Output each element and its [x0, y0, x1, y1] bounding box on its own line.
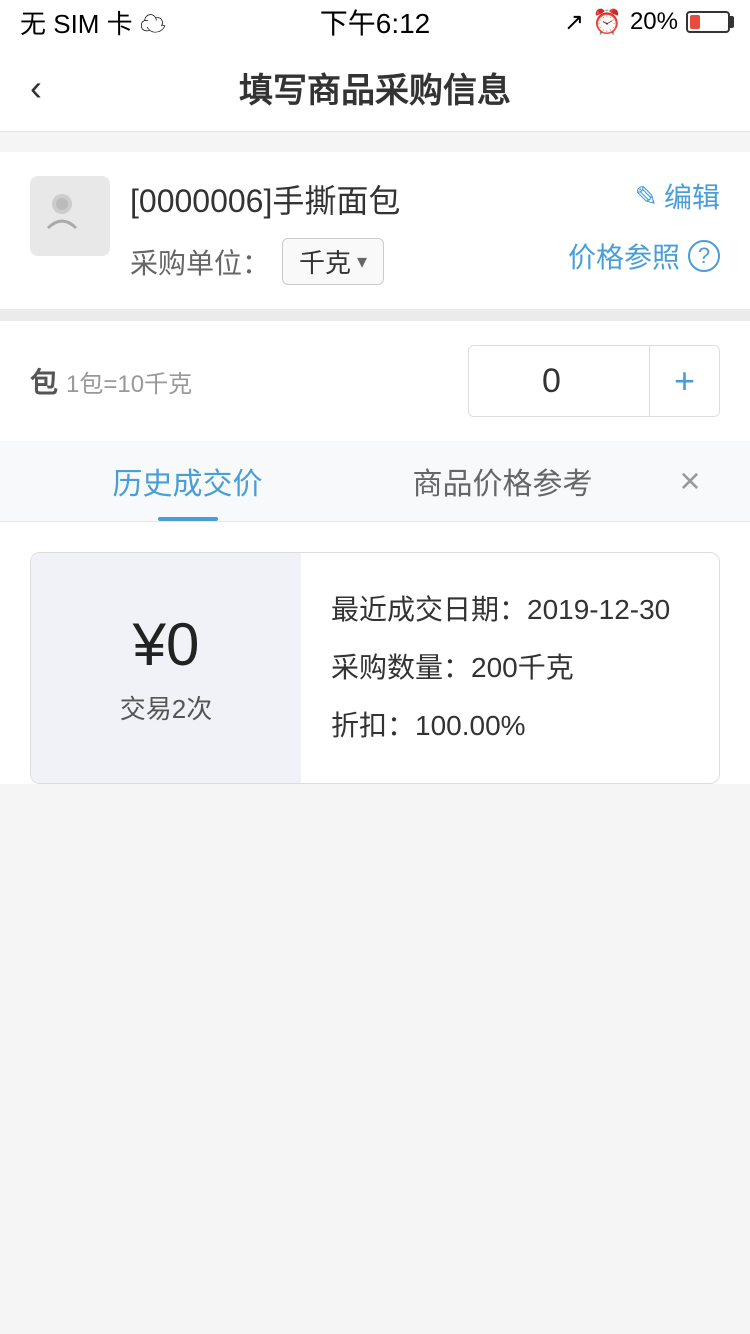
unit-dropdown[interactable]: 千克 ▾ [282, 238, 384, 285]
price-value: ¥0 [133, 610, 200, 679]
battery-percent: 20% [630, 8, 678, 36]
signal-text: 无 SIM 卡 ☁ [20, 4, 166, 41]
alarm-icon: ⏰ [592, 8, 622, 37]
unit-conversion: 1包=10千克 [66, 364, 192, 399]
dropdown-arrow-icon: ▾ [357, 249, 367, 274]
quantity-plus-button[interactable]: + [649, 346, 719, 416]
quantity-row: 包 1包=10千克 + [0, 321, 750, 441]
product-right: ✎ 编辑 价格参照 ? [568, 176, 720, 276]
tab-price-reference[interactable]: 商品价格参考 [345, 441, 660, 521]
unit-label: 采购单位： [130, 242, 270, 282]
discount-label: 折扣： [331, 710, 415, 741]
price-ref-button[interactable]: 价格参照 ? [568, 236, 720, 276]
product-unit-row: 采购单位： 千克 ▾ [130, 238, 400, 285]
price-currency-symbol: ¥ [133, 611, 166, 678]
unit-value: 千克 [299, 243, 351, 280]
tab-ref-label: 商品价格参考 [413, 459, 593, 503]
price-ref-label: 价格参照 [568, 236, 680, 276]
nav-bar: ‹ 填写商品采购信息 [0, 44, 750, 132]
product-info: [0000006]手撕面包 采购单位： 千克 ▾ [130, 176, 400, 285]
bottom-panel: 历史成交价 商品价格参考 × ¥0 交易2次 最近成交日期：2019-12-30… [0, 441, 750, 784]
tab-underline [158, 517, 218, 521]
section-divider [0, 309, 750, 321]
trade-count: 交易2次 [120, 689, 212, 726]
status-time: 下午6:12 [320, 2, 431, 42]
status-bar: 无 SIM 卡 ☁ 下午6:12 ↗ ⏰ 20% [0, 0, 750, 44]
tab-history-label: 历史成交价 [113, 459, 263, 503]
status-right: ↗ ⏰ 20% [564, 8, 730, 37]
discount-value: 100.00% [415, 710, 526, 741]
price-card-right: 最近成交日期：2019-12-30 采购数量：200千克 折扣：100.00% [301, 553, 719, 783]
product-left: [0000006]手撕面包 采购单位： 千克 ▾ [30, 176, 400, 285]
product-card: [0000006]手撕面包 采购单位： 千克 ▾ ✎ 编辑 价格参照 ? [0, 152, 750, 309]
purchase-qty-value: 200千克 [471, 652, 574, 683]
recent-date-value: 2019-12-30 [527, 594, 670, 625]
nav-icon: ↗ [564, 8, 584, 37]
tab-history-price[interactable]: 历史成交价 [30, 441, 345, 521]
tabs-row: 历史成交价 商品价格参考 × [0, 441, 750, 522]
quantity-label: 包 1包=10千克 [30, 361, 192, 401]
battery-icon [686, 11, 730, 33]
purchase-qty-row: 采购数量：200千克 [331, 647, 689, 689]
edit-button[interactable]: ✎ 编辑 [635, 176, 720, 216]
help-icon: ? [688, 240, 720, 272]
status-left: 无 SIM 卡 ☁ [20, 4, 166, 41]
quantity-input-group: + [468, 345, 720, 417]
unit-bag-label: 包 [30, 361, 58, 401]
price-number: 0 [166, 611, 199, 678]
recent-date-label: 最近成交日期： [331, 594, 527, 625]
quantity-input[interactable] [469, 346, 649, 416]
back-button[interactable]: ‹ [30, 67, 90, 109]
purchase-qty-label: 采购数量： [331, 652, 471, 683]
price-card-left: ¥0 交易2次 [31, 553, 301, 783]
product-thumbnail [30, 176, 110, 256]
recent-date-row: 最近成交日期：2019-12-30 [331, 589, 689, 631]
product-name: [0000006]手撕面包 [130, 176, 400, 222]
price-card: ¥0 交易2次 最近成交日期：2019-12-30 采购数量：200千克 折扣：… [30, 552, 720, 784]
tab-close-button[interactable]: × [660, 441, 720, 521]
discount-row: 折扣：100.00% [331, 705, 689, 747]
page-title: 填写商品采购信息 [239, 63, 511, 112]
edit-icon: ✎ [635, 180, 658, 213]
edit-label: 编辑 [664, 176, 720, 216]
